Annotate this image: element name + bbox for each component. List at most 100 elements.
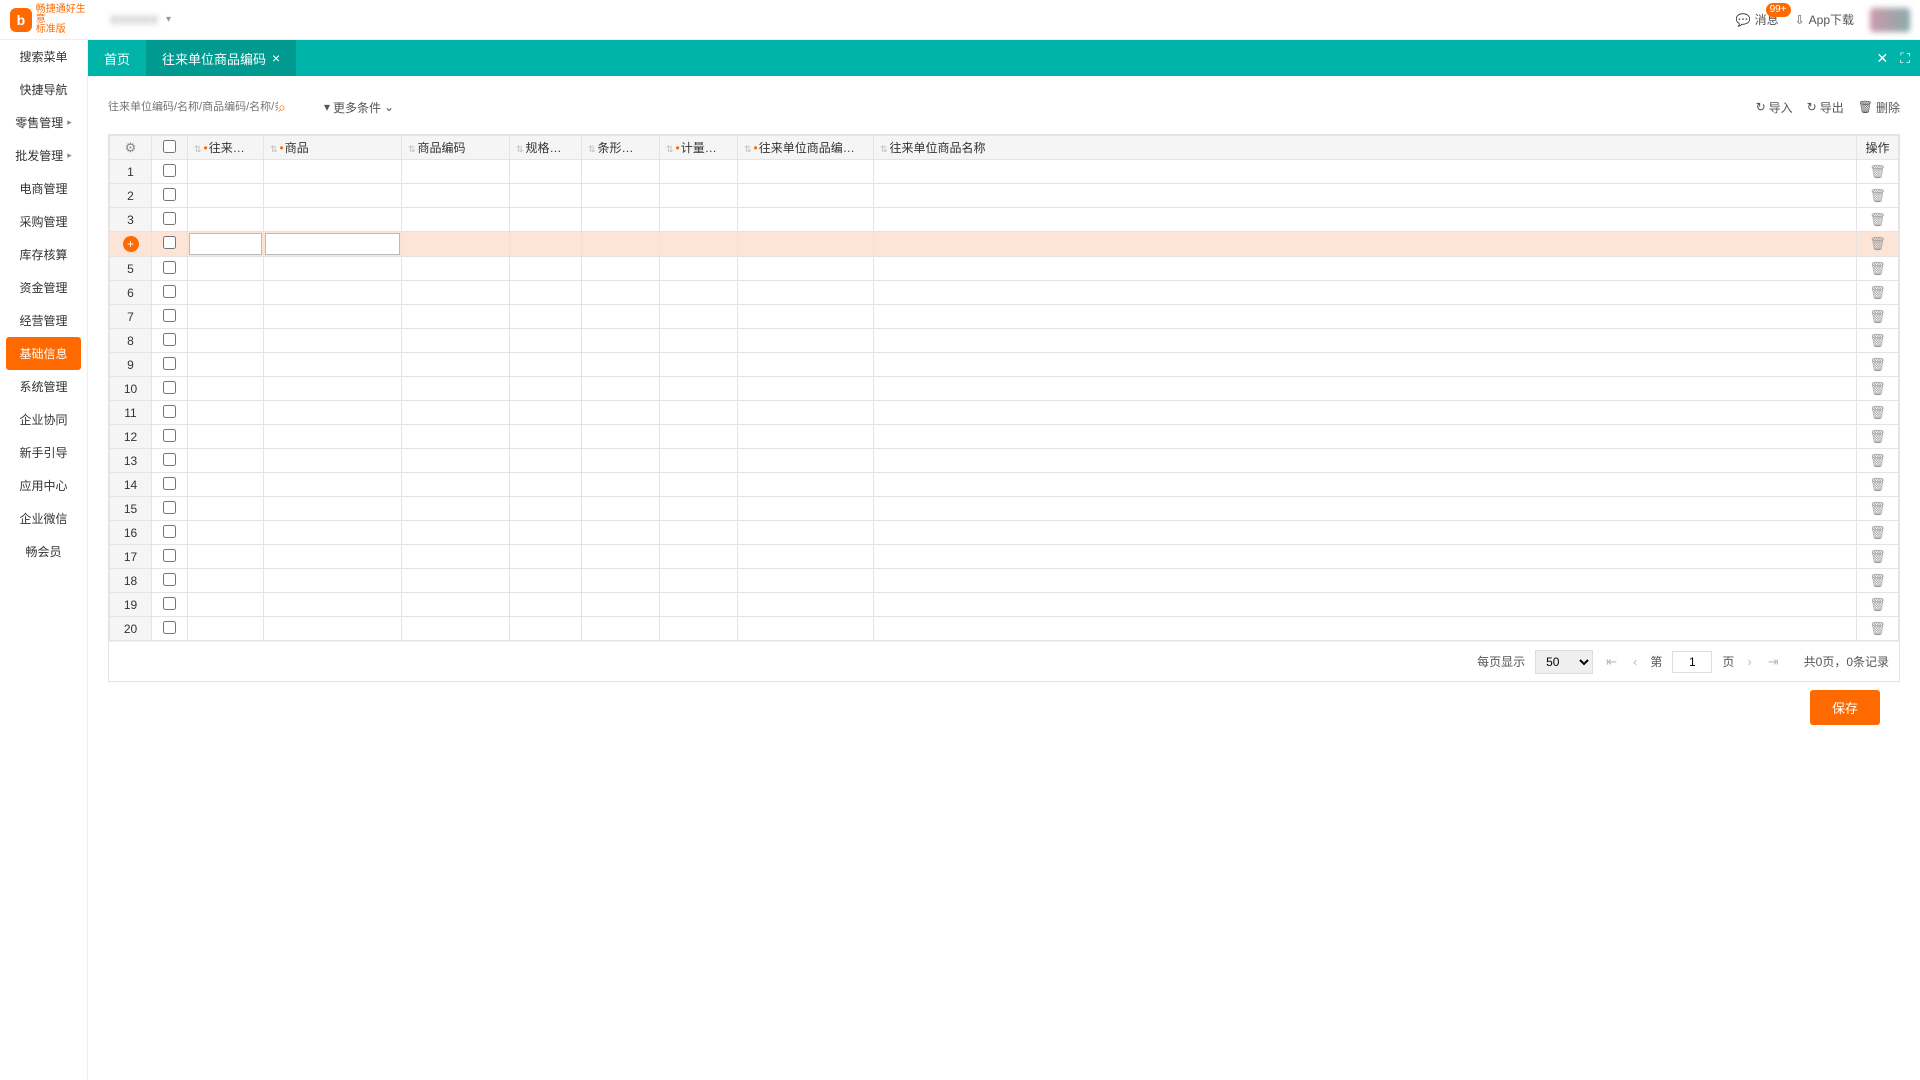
cell[interactable] xyxy=(738,353,874,377)
cell[interactable] xyxy=(402,329,510,353)
row-checkbox[interactable] xyxy=(163,453,176,466)
row-checkbox[interactable] xyxy=(163,357,176,370)
cell[interactable] xyxy=(264,184,402,208)
cell[interactable] xyxy=(582,329,660,353)
row-checkbox[interactable] xyxy=(163,212,176,225)
cell[interactable] xyxy=(510,425,582,449)
cell[interactable] xyxy=(874,521,1857,545)
sidebar-item-8[interactable]: 经营管理 xyxy=(0,304,87,337)
sidebar-item-9[interactable]: 基础信息 xyxy=(6,337,81,370)
cell[interactable] xyxy=(402,232,510,257)
col-spec[interactable]: ⇅规格… xyxy=(510,136,582,160)
fullscreen-icon[interactable]: ⛶ xyxy=(1900,50,1910,67)
row-checkbox[interactable] xyxy=(163,477,176,490)
cell[interactable] xyxy=(582,473,660,497)
add-row-button[interactable]: + xyxy=(123,236,139,252)
cell[interactable] xyxy=(660,377,738,401)
row-checkbox[interactable] xyxy=(163,621,176,634)
cell[interactable] xyxy=(402,545,510,569)
cell[interactable] xyxy=(402,401,510,425)
cell[interactable] xyxy=(188,425,264,449)
cell[interactable] xyxy=(188,377,264,401)
cell[interactable] xyxy=(510,449,582,473)
cell[interactable] xyxy=(582,497,660,521)
cell[interactable] xyxy=(264,232,402,257)
trash-icon[interactable]: 🗑 xyxy=(1869,261,1886,276)
table-row[interactable]: 14🗑 xyxy=(110,473,1899,497)
cell[interactable] xyxy=(582,305,660,329)
cell[interactable] xyxy=(582,617,660,641)
next-page-button[interactable]: › xyxy=(1744,654,1754,669)
row-checkbox[interactable] xyxy=(163,525,176,538)
cell[interactable] xyxy=(264,425,402,449)
cell[interactable] xyxy=(874,184,1857,208)
col-partner-prod-code[interactable]: ⇅•往来单位商品编… xyxy=(738,136,874,160)
cell[interactable] xyxy=(264,160,402,184)
cell[interactable] xyxy=(188,353,264,377)
sidebar-item-4[interactable]: 电商管理 xyxy=(0,172,87,205)
cell[interactable] xyxy=(660,425,738,449)
sidebar-item-2[interactable]: 零售管理▸ xyxy=(0,106,87,139)
table-row[interactable]: 9🗑 xyxy=(110,353,1899,377)
sidebar-item-11[interactable]: 企业协同 xyxy=(0,403,87,436)
cell[interactable] xyxy=(264,449,402,473)
cell[interactable] xyxy=(582,353,660,377)
cell[interactable] xyxy=(402,160,510,184)
cell[interactable] xyxy=(510,160,582,184)
cell[interactable] xyxy=(402,569,510,593)
sidebar-item-14[interactable]: 企业微信 xyxy=(0,502,87,535)
cell[interactable] xyxy=(738,473,874,497)
save-button[interactable]: 保存 xyxy=(1810,690,1880,725)
trash-icon[interactable]: 🗑 xyxy=(1869,236,1886,251)
cell[interactable] xyxy=(402,184,510,208)
table-row[interactable]: 7🗑 xyxy=(110,305,1899,329)
table-row[interactable]: 8🗑 xyxy=(110,329,1899,353)
col-unit[interactable]: ⇅•计量… xyxy=(660,136,738,160)
cell[interactable] xyxy=(738,521,874,545)
sidebar-item-12[interactable]: 新手引导 xyxy=(0,436,87,469)
cell[interactable] xyxy=(510,184,582,208)
tab-current[interactable]: 往来单位商品编码 × xyxy=(146,40,296,76)
row-checkbox[interactable] xyxy=(163,573,176,586)
cell[interactable] xyxy=(264,401,402,425)
trash-icon[interactable]: 🗑 xyxy=(1869,212,1886,227)
tab-home[interactable]: 首页 xyxy=(88,40,146,76)
cell[interactable] xyxy=(738,232,874,257)
table-row[interactable]: 2🗑 xyxy=(110,184,1899,208)
trash-icon[interactable]: 🗑 xyxy=(1869,477,1886,492)
cell[interactable] xyxy=(264,497,402,521)
cell[interactable] xyxy=(874,401,1857,425)
cell[interactable] xyxy=(582,377,660,401)
row-checkbox[interactable] xyxy=(163,236,176,249)
cell[interactable] xyxy=(188,305,264,329)
cell-input[interactable] xyxy=(265,233,400,255)
app-download-button[interactable]: ⇩ App下载 xyxy=(1795,11,1854,28)
cell[interactable] xyxy=(738,569,874,593)
cell[interactable] xyxy=(660,449,738,473)
cell[interactable] xyxy=(738,593,874,617)
cell[interactable] xyxy=(188,497,264,521)
sidebar-item-3[interactable]: 批发管理▸ xyxy=(0,139,87,172)
cell[interactable] xyxy=(510,377,582,401)
cell[interactable] xyxy=(582,545,660,569)
cell[interactable] xyxy=(264,593,402,617)
cell[interactable] xyxy=(264,377,402,401)
cell[interactable] xyxy=(660,160,738,184)
cell[interactable] xyxy=(582,160,660,184)
cell[interactable] xyxy=(874,305,1857,329)
cell[interactable] xyxy=(582,208,660,232)
last-page-button[interactable]: ⇥ xyxy=(1765,654,1782,670)
cell[interactable] xyxy=(660,617,738,641)
col-product[interactable]: ⇅•商品 xyxy=(264,136,402,160)
cell[interactable] xyxy=(402,281,510,305)
cell[interactable] xyxy=(874,281,1857,305)
cell[interactable] xyxy=(582,232,660,257)
trash-icon[interactable]: 🗑 xyxy=(1869,597,1886,612)
row-checkbox[interactable] xyxy=(163,405,176,418)
table-row[interactable]: 3🗑 xyxy=(110,208,1899,232)
cell[interactable] xyxy=(188,449,264,473)
cell[interactable] xyxy=(188,401,264,425)
cell[interactable] xyxy=(874,160,1857,184)
cell[interactable] xyxy=(738,449,874,473)
cell[interactable] xyxy=(582,449,660,473)
